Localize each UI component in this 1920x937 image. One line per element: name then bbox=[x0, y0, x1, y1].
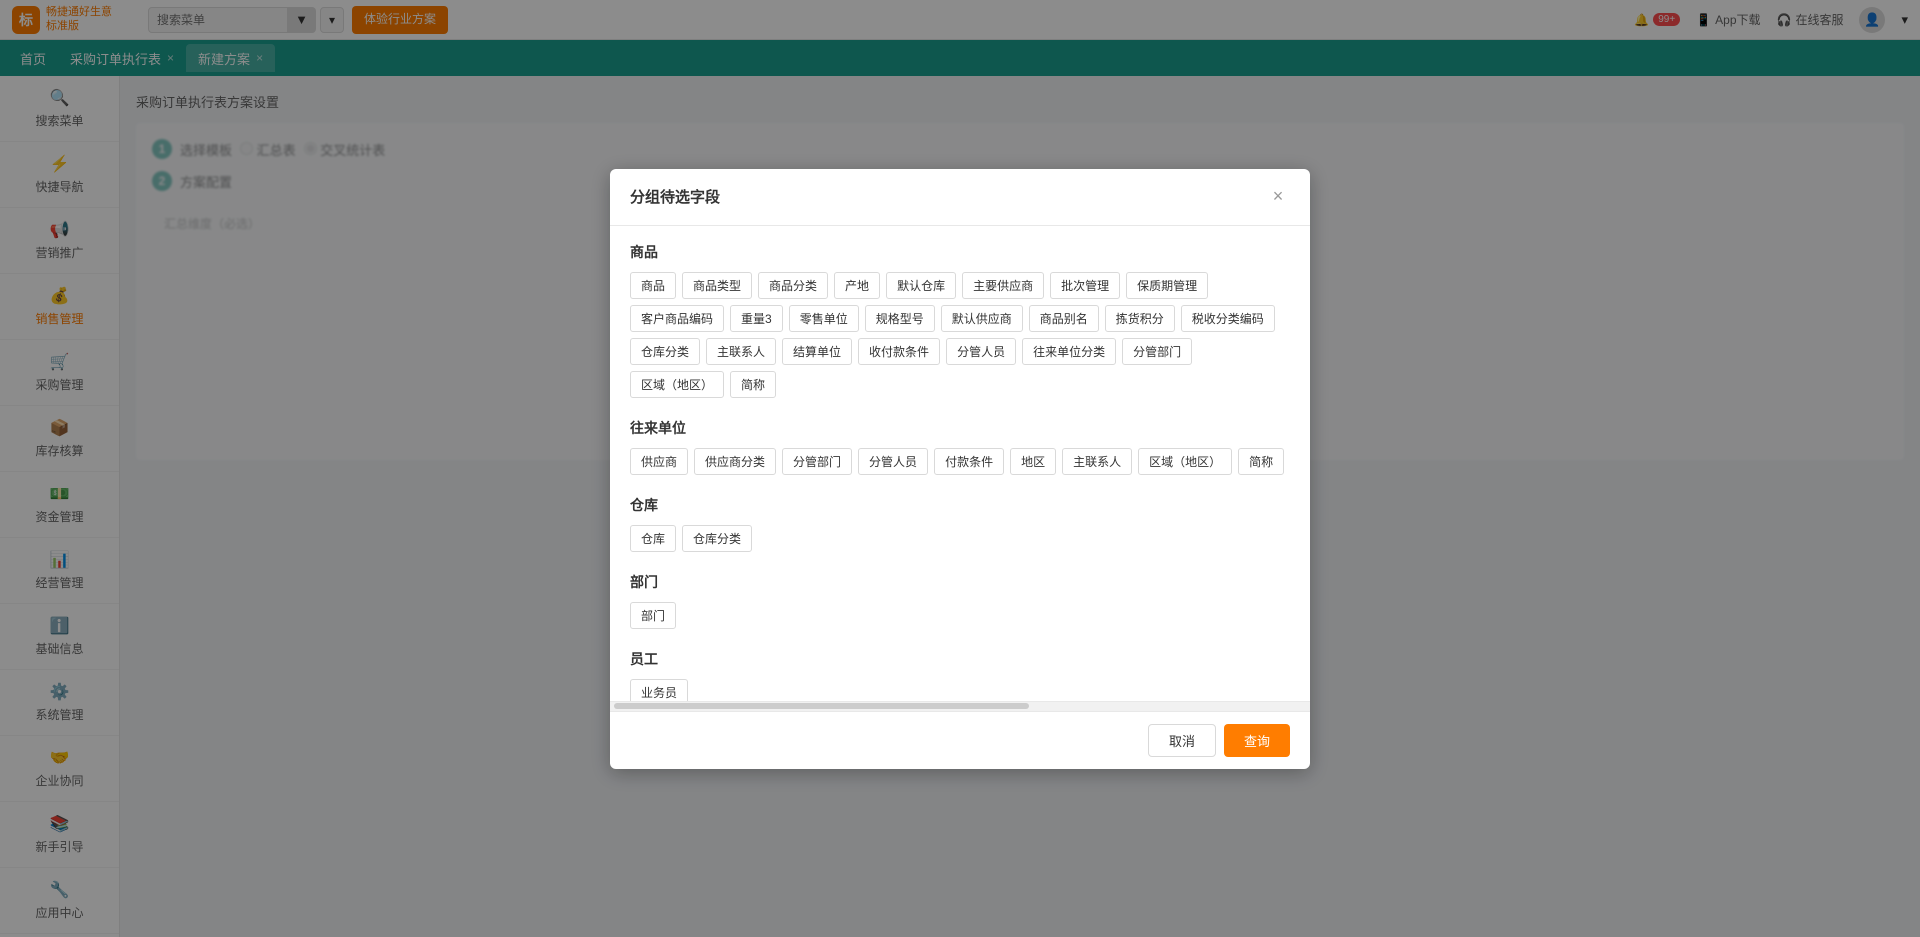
field-section-goods: 商品商品商品类型商品分类产地默认仓库主要供应商批次管理保质期管理客户商品编码重量… bbox=[630, 242, 1290, 398]
modal-close-button[interactable]: × bbox=[1266, 185, 1290, 209]
field-tag-goods-19[interactable]: 收付款条件 bbox=[858, 338, 940, 365]
field-tag-goods-3[interactable]: 产地 bbox=[834, 272, 880, 299]
modal-title: 分组待选字段 bbox=[630, 186, 720, 207]
field-tag-goods-11[interactable]: 规格型号 bbox=[865, 305, 935, 332]
field-tag-partner-1[interactable]: 供应商分类 bbox=[694, 448, 776, 475]
field-tag-partner-7[interactable]: 区域（地区） bbox=[1138, 448, 1232, 475]
section-title-goods: 商品 bbox=[630, 242, 1290, 262]
field-tag-goods-1[interactable]: 商品类型 bbox=[682, 272, 752, 299]
field-tag-goods-8[interactable]: 客户商品编码 bbox=[630, 305, 724, 332]
field-tag-goods-2[interactable]: 商品分类 bbox=[758, 272, 828, 299]
field-tag-goods-21[interactable]: 往来单位分类 bbox=[1022, 338, 1116, 365]
field-tag-goods-9[interactable]: 重量3 bbox=[730, 305, 783, 332]
field-tag-goods-14[interactable]: 拣货积分 bbox=[1105, 305, 1175, 332]
hscroll-thumb bbox=[614, 703, 1029, 709]
field-tag-partner-3[interactable]: 分管人员 bbox=[858, 448, 928, 475]
field-tag-goods-17[interactable]: 主联系人 bbox=[706, 338, 776, 365]
field-tag-goods-13[interactable]: 商品别名 bbox=[1029, 305, 1099, 332]
modal-overlay: 分组待选字段 × 商品商品商品类型商品分类产地默认仓库主要供应商批次管理保质期管… bbox=[0, 0, 1920, 937]
field-tag-partner-2[interactable]: 分管部门 bbox=[782, 448, 852, 475]
field-tag-employee-0[interactable]: 业务员 bbox=[630, 679, 688, 701]
modal-body[interactable]: 商品商品商品类型商品分类产地默认仓库主要供应商批次管理保质期管理客户商品编码重量… bbox=[610, 226, 1310, 701]
field-tag-goods-7[interactable]: 保质期管理 bbox=[1126, 272, 1208, 299]
field-section-department: 部门部门 bbox=[630, 572, 1290, 629]
field-section-warehouse: 仓库仓库仓库分类 bbox=[630, 495, 1290, 552]
field-tag-partner-4[interactable]: 付款条件 bbox=[934, 448, 1004, 475]
field-tags-department: 部门 bbox=[630, 602, 1290, 629]
section-title-employee: 员工 bbox=[630, 649, 1290, 669]
field-tag-goods-16[interactable]: 仓库分类 bbox=[630, 338, 700, 365]
field-tag-goods-6[interactable]: 批次管理 bbox=[1050, 272, 1120, 299]
field-tag-goods-24[interactable]: 简称 bbox=[730, 371, 776, 398]
field-tag-goods-12[interactable]: 默认供应商 bbox=[941, 305, 1023, 332]
field-tags-warehouse: 仓库仓库分类 bbox=[630, 525, 1290, 552]
field-tag-goods-20[interactable]: 分管人员 bbox=[946, 338, 1016, 365]
confirm-button[interactable]: 查询 bbox=[1224, 724, 1290, 757]
field-tag-goods-18[interactable]: 结算单位 bbox=[782, 338, 852, 365]
field-tag-partner-8[interactable]: 简称 bbox=[1238, 448, 1284, 475]
section-title-department: 部门 bbox=[630, 572, 1290, 592]
field-tag-goods-15[interactable]: 税收分类编码 bbox=[1181, 305, 1275, 332]
modal-hscroll bbox=[610, 701, 1310, 711]
field-tag-partner-6[interactable]: 主联系人 bbox=[1062, 448, 1132, 475]
field-tag-goods-23[interactable]: 区域（地区） bbox=[630, 371, 724, 398]
cancel-button[interactable]: 取消 bbox=[1148, 724, 1216, 757]
field-tag-department-0[interactable]: 部门 bbox=[630, 602, 676, 629]
field-tags-partner: 供应商供应商分类分管部门分管人员付款条件地区主联系人区域（地区）简称 bbox=[630, 448, 1290, 475]
section-title-warehouse: 仓库 bbox=[630, 495, 1290, 515]
field-tag-warehouse-0[interactable]: 仓库 bbox=[630, 525, 676, 552]
field-tag-goods-10[interactable]: 零售单位 bbox=[789, 305, 859, 332]
field-tag-warehouse-1[interactable]: 仓库分类 bbox=[682, 525, 752, 552]
modal-footer: 取消 查询 bbox=[610, 711, 1310, 769]
field-tag-goods-4[interactable]: 默认仓库 bbox=[886, 272, 956, 299]
section-title-partner: 往来单位 bbox=[630, 418, 1290, 438]
field-tag-goods-22[interactable]: 分管部门 bbox=[1122, 338, 1192, 365]
field-tag-partner-0[interactable]: 供应商 bbox=[630, 448, 688, 475]
field-section-partner: 往来单位供应商供应商分类分管部门分管人员付款条件地区主联系人区域（地区）简称 bbox=[630, 418, 1290, 475]
field-tag-partner-5[interactable]: 地区 bbox=[1010, 448, 1056, 475]
field-tag-goods-0[interactable]: 商品 bbox=[630, 272, 676, 299]
modal-dialog: 分组待选字段 × 商品商品商品类型商品分类产地默认仓库主要供应商批次管理保质期管… bbox=[610, 169, 1310, 769]
field-tags-goods: 商品商品类型商品分类产地默认仓库主要供应商批次管理保质期管理客户商品编码重量3零… bbox=[630, 272, 1290, 398]
field-section-employee: 员工业务员 bbox=[630, 649, 1290, 701]
modal-header: 分组待选字段 × bbox=[610, 169, 1310, 226]
field-tags-employee: 业务员 bbox=[630, 679, 1290, 701]
field-tag-goods-5[interactable]: 主要供应商 bbox=[962, 272, 1044, 299]
